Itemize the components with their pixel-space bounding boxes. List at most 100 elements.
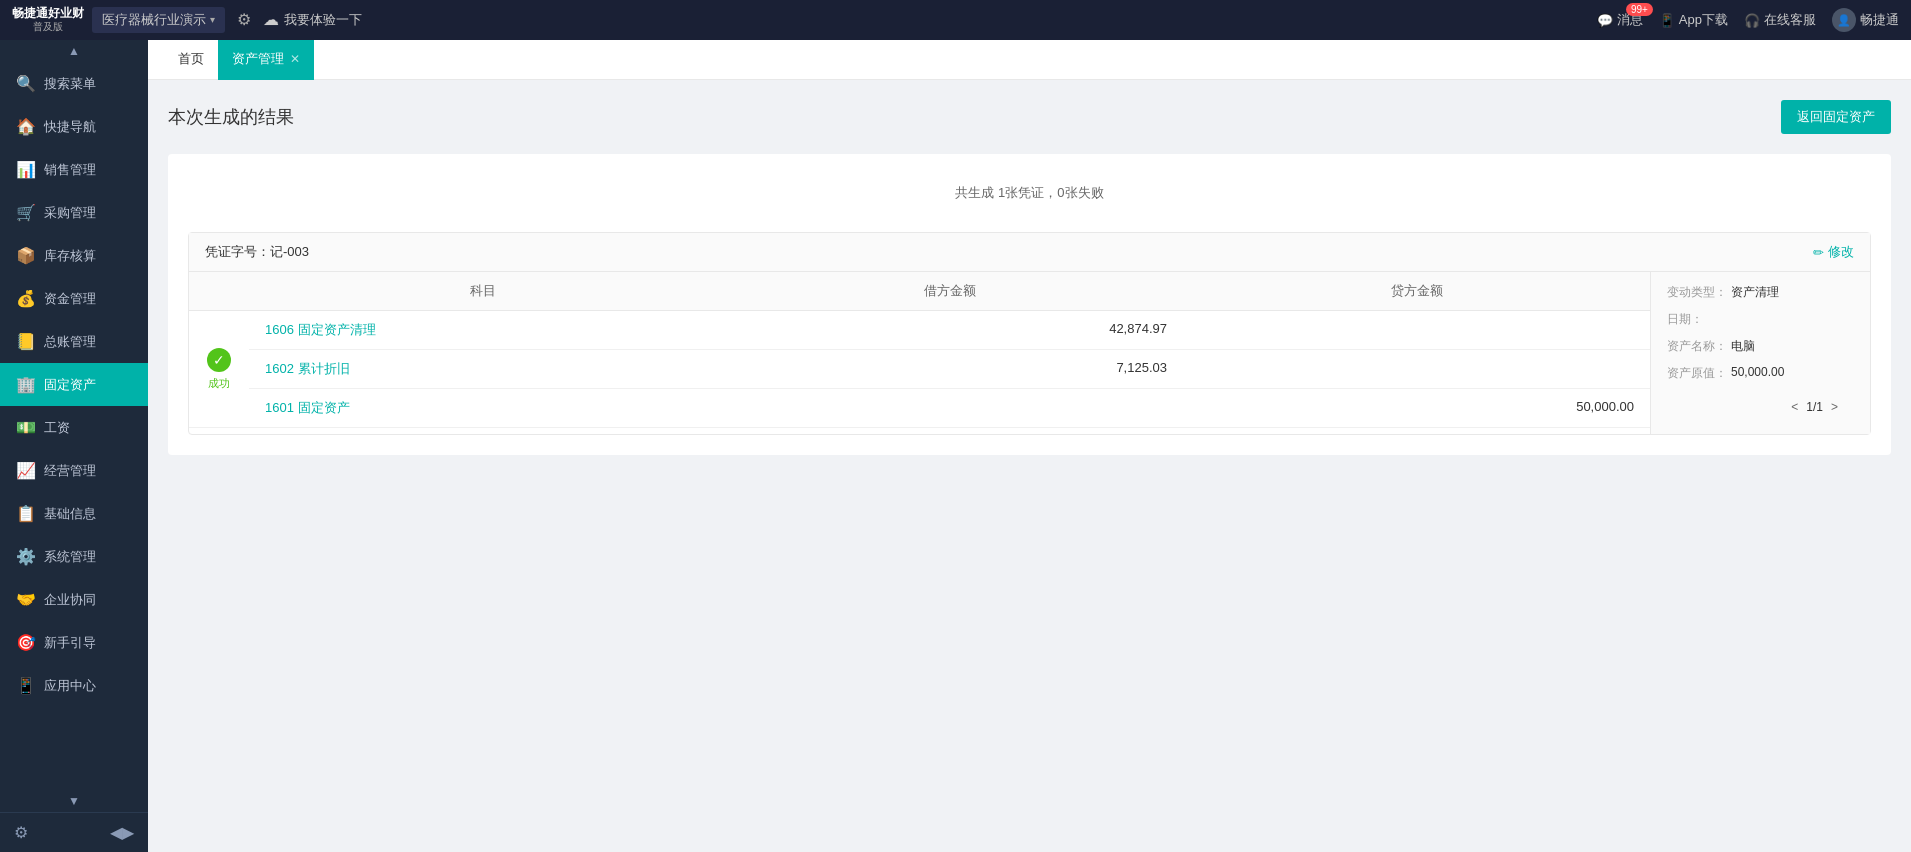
sidebar-item-label: 基础信息 <box>44 505 96 523</box>
inventory-icon: 📦 <box>16 246 36 265</box>
sidebar-item-label: 系统管理 <box>44 548 96 566</box>
app-download-button[interactable]: 📱 App下载 <box>1659 11 1728 29</box>
scroll-down-arrow[interactable]: ▼ <box>0 790 148 812</box>
sidebar-item-search[interactable]: 🔍 搜索菜单 <box>0 62 148 105</box>
sidebar-item-basic-info[interactable]: 📋 基础信息 <box>0 492 148 535</box>
sidebar-item-sales[interactable]: 📊 销售管理 <box>0 148 148 191</box>
tab-asset-label: 资产管理 <box>232 50 284 68</box>
page-content: 本次生成的结果 返回固定资产 共生成 1张凭证，0张失败 凭证字号：记-003 … <box>148 80 1911 852</box>
return-button[interactable]: 返回固定资产 <box>1781 100 1891 134</box>
voucher-side-panel: 变动类型： 资产清理 日期： 资产名称： 电脑 <box>1650 272 1870 434</box>
sidebar-item-ledger[interactable]: 📒 总账管理 <box>0 320 148 363</box>
sidebar-item-operations[interactable]: 📈 经营管理 <box>0 449 148 492</box>
row3-debit <box>716 389 1183 427</box>
table-row: 1602 累计折旧 7,125.03 <box>249 350 1650 389</box>
main-layout: ▲ 🔍 搜索菜单 🏠 快捷导航 📊 销售管理 🛒 采购管理 📦 库存核算 <box>0 40 1911 852</box>
operations-icon: 📈 <box>16 461 36 480</box>
row2-credit <box>1183 350 1650 388</box>
payroll-icon: 💵 <box>16 418 36 437</box>
chevron-up-icon: ▲ <box>68 44 80 58</box>
settings-bottom-icon[interactable]: ⚙ <box>14 823 28 842</box>
company-name: 医疗器械行业演示 <box>102 11 206 29</box>
sidebar-item-app-center[interactable]: 📱 应用中心 <box>0 664 148 707</box>
next-page-icon[interactable]: > <box>1831 400 1838 414</box>
page-header: 本次生成的结果 返回固定资产 <box>168 100 1891 134</box>
finance-icon: 💰 <box>16 289 36 308</box>
voucher-rows-wrapper: ✓ 成功 1606 固定资产清理 42,874.97 <box>189 311 1650 428</box>
table-row: 1601 固定资产 50,000.00 <box>249 389 1650 427</box>
content-area: 首页 资产管理 ✕ 本次生成的结果 返回固定资产 共生成 1张凭证，0张失败 凭… <box>148 40 1911 852</box>
chevron-down-icon: ▼ <box>68 794 80 808</box>
tab-home-label: 首页 <box>178 50 204 68</box>
edit-label: 修改 <box>1828 243 1854 261</box>
sidebar-item-guide[interactable]: 🎯 新手引导 <box>0 621 148 664</box>
col-header-subject: 科目 <box>249 272 716 310</box>
chevron-down-icon: ▾ <box>210 14 215 25</box>
sidebar-item-quick-nav[interactable]: 🏠 快捷导航 <box>0 105 148 148</box>
sidebar-item-label: 固定资产 <box>44 376 96 394</box>
sidebar-item-label: 搜索菜单 <box>44 75 96 93</box>
tab-asset-management[interactable]: 资产管理 ✕ <box>218 40 314 80</box>
success-icon: ✓ <box>207 348 231 372</box>
sidebar-item-label: 销售管理 <box>44 161 96 179</box>
pagination: < 1/1 > <box>1667 392 1854 422</box>
result-panel: 共生成 1张凭证，0张失败 凭证字号：记-003 ✏ 修改 <box>168 154 1891 455</box>
edit-button[interactable]: ✏ 修改 <box>1813 243 1854 261</box>
sidebar-item-label: 经营管理 <box>44 462 96 480</box>
ledger-icon: 📒 <box>16 332 36 351</box>
online-service-label: 在线客服 <box>1764 11 1816 29</box>
sidebar-item-payroll[interactable]: 💵 工资 <box>0 406 148 449</box>
row1-debit: 42,874.97 <box>716 311 1183 349</box>
original-value-value: 50,000.00 <box>1731 365 1784 382</box>
col-header-debit: 借方金额 <box>716 272 1183 310</box>
success-text: 成功 <box>208 376 230 391</box>
tab-home[interactable]: 首页 <box>164 40 218 80</box>
settings-icon[interactable]: ⚙ <box>233 6 255 33</box>
asset-name-row: 资产名称： 电脑 <box>1667 338 1854 355</box>
online-service-button[interactable]: 🎧 在线客服 <box>1744 11 1816 29</box>
sidebar-item-label: 快捷导航 <box>44 118 96 136</box>
logo-sub: 普及版 <box>33 20 63 34</box>
basic-info-icon: 📋 <box>16 504 36 523</box>
company-selector[interactable]: 医疗器械行业演示 ▾ <box>92 7 225 33</box>
sales-icon: 📊 <box>16 160 36 179</box>
collapse-icon[interactable]: ◀▶ <box>110 823 134 842</box>
sidebar-item-system[interactable]: ⚙️ 系统管理 <box>0 535 148 578</box>
user-area[interactable]: 👤 畅捷通 <box>1832 8 1899 32</box>
trial-label: 我要体验一下 <box>284 11 362 29</box>
scroll-up-arrow[interactable]: ▲ <box>0 40 148 62</box>
message-icon: 💬 <box>1597 13 1613 28</box>
edit-icon: ✏ <box>1813 245 1824 260</box>
table-header: 科目 借方金额 贷方金额 <box>189 272 1650 311</box>
sidebar-item-label: 应用中心 <box>44 677 96 695</box>
success-indicator: ✓ 成功 <box>189 338 249 401</box>
original-value-label: 资产原值： <box>1667 365 1727 382</box>
change-type-value: 资产清理 <box>1731 284 1779 301</box>
voucher-header: 凭证字号：记-003 ✏ 修改 <box>189 233 1870 272</box>
sidebar: ▲ 🔍 搜索菜单 🏠 快捷导航 📊 销售管理 🛒 采购管理 📦 库存核算 <box>0 40 148 852</box>
row1-subject: 1606 固定资产清理 <box>249 311 716 349</box>
voucher-table: 科目 借方金额 贷方金额 ✓ 成功 <box>189 272 1650 434</box>
date-label: 日期： <box>1667 311 1703 328</box>
row3-subject: 1601 固定资产 <box>249 389 716 427</box>
message-button[interactable]: 💬 消息 99+ <box>1597 11 1643 29</box>
change-type-label: 变动类型： <box>1667 284 1727 301</box>
prev-page-icon[interactable]: < <box>1791 400 1798 414</box>
cloud-icon: ☁ <box>263 10 279 29</box>
download-icon: 📱 <box>1659 13 1675 28</box>
sidebar-item-inventory[interactable]: 📦 库存核算 <box>0 234 148 277</box>
trial-button[interactable]: ☁ 我要体验一下 <box>263 10 362 29</box>
sidebar-item-purchase[interactable]: 🛒 采购管理 <box>0 191 148 234</box>
app-center-icon: 📱 <box>16 676 36 695</box>
date-row: 日期： <box>1667 311 1854 328</box>
sidebar-item-label: 工资 <box>44 419 70 437</box>
app-download-label: App下载 <box>1679 11 1728 29</box>
sidebar-item-enterprise[interactable]: 🤝 企业协同 <box>0 578 148 621</box>
sidebar-item-finance[interactable]: 💰 资金管理 <box>0 277 148 320</box>
sidebar-item-fixed-assets[interactable]: 🏢 固定资产 <box>0 363 148 406</box>
purchase-icon: 🛒 <box>16 203 36 222</box>
sidebar-bottom: ⚙ ◀▶ <box>0 812 148 852</box>
tab-close-icon[interactable]: ✕ <box>290 52 300 66</box>
header-left: 畅捷通好业财 普及版 医疗器械行业演示 ▾ ⚙ ☁ 我要体验一下 <box>12 6 362 34</box>
service-icon: 🎧 <box>1744 13 1760 28</box>
